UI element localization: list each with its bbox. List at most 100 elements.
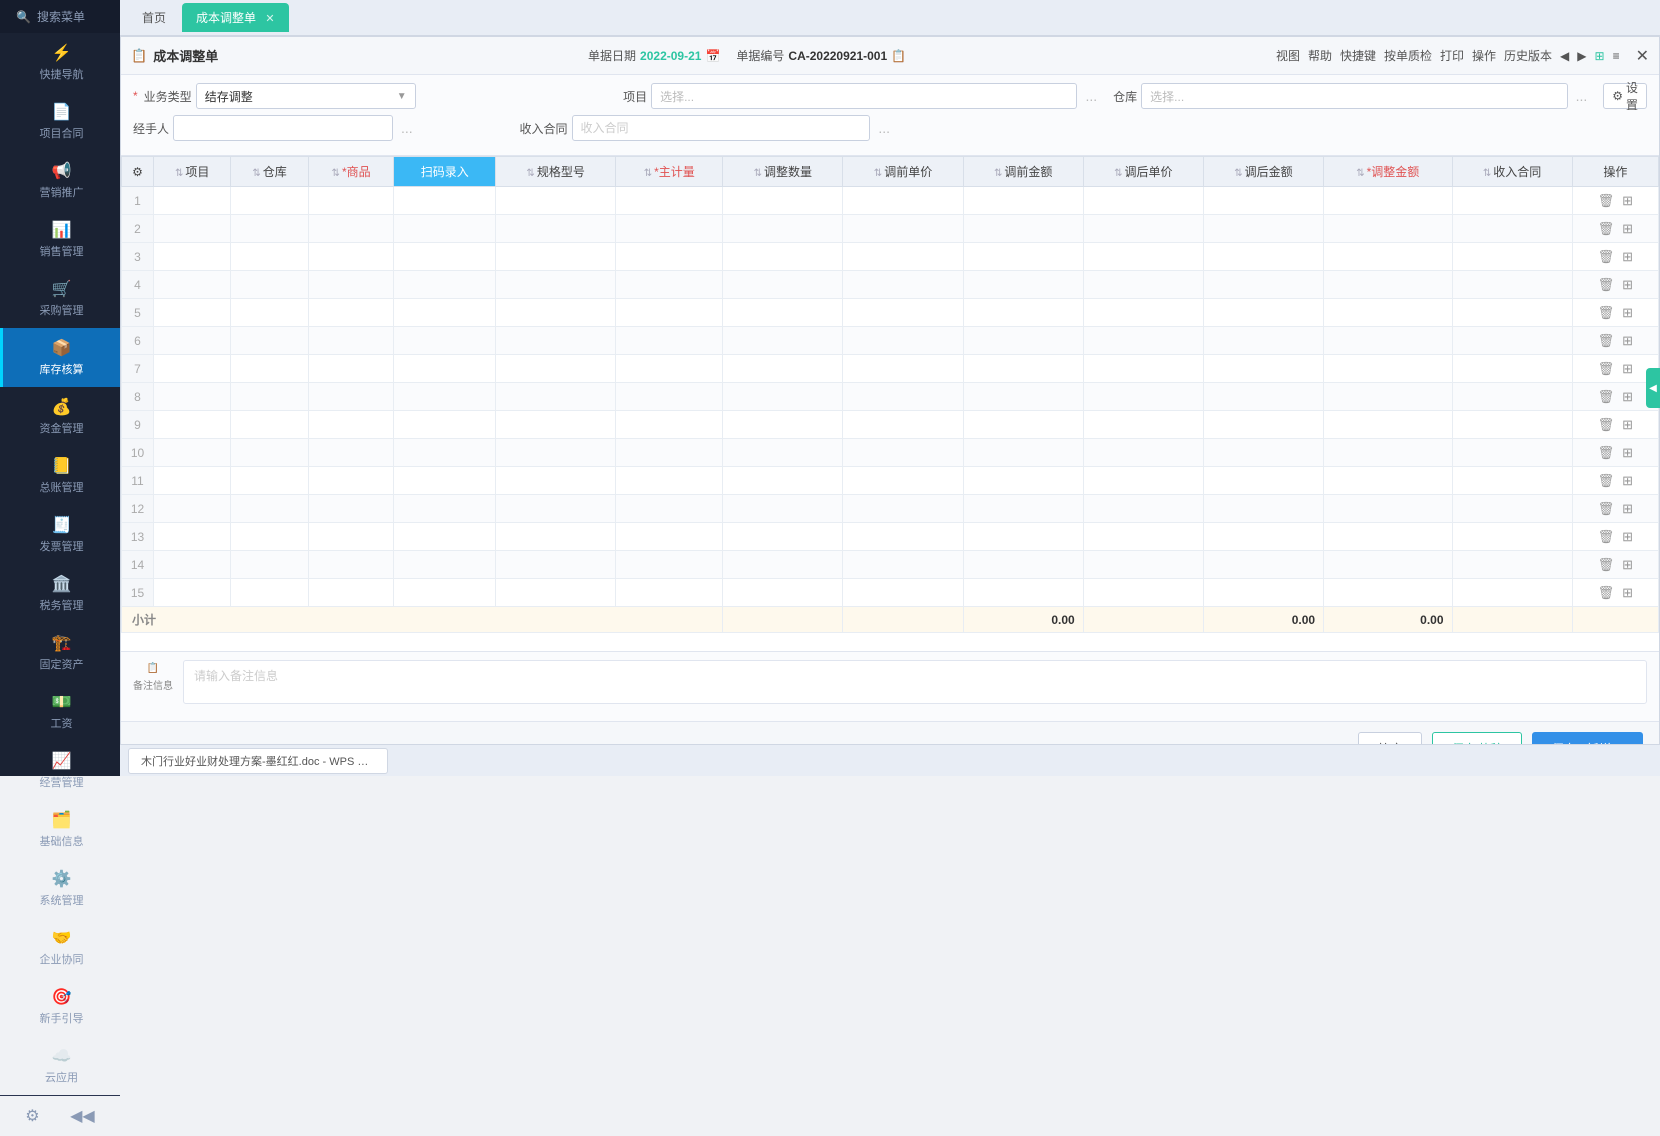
table-cell[interactable] <box>154 579 231 607</box>
table-cell[interactable] <box>1324 215 1452 243</box>
table-cell[interactable] <box>231 439 308 467</box>
copy-row-button[interactable]: ⊞ <box>1620 192 1635 210</box>
table-cell[interactable] <box>394 355 496 383</box>
table-cell[interactable] <box>723 523 843 551</box>
sidebar-item-sales-mgmt[interactable]: 📊 销售管理 <box>0 210 120 269</box>
table-cell[interactable] <box>154 355 231 383</box>
table-cell[interactable] <box>963 411 1083 439</box>
copy-row-button[interactable]: ⊞ <box>1620 220 1635 238</box>
delete-row-button[interactable]: 🗑 <box>1596 528 1617 546</box>
table-cell[interactable] <box>154 551 231 579</box>
sidebar-item-payroll[interactable]: 💵 工资 <box>0 682 120 741</box>
table-cell[interactable] <box>843 271 963 299</box>
table-cell[interactable] <box>496 439 616 467</box>
next-icon[interactable]: ▶ <box>1577 49 1586 63</box>
window-close-icon[interactable]: ✕ <box>1636 46 1649 66</box>
table-cell[interactable] <box>496 551 616 579</box>
th-warehouse[interactable]: ⇅仓库 <box>231 157 308 187</box>
history-action[interactable]: 历史版本 <box>1504 47 1552 64</box>
table-cell[interactable] <box>963 327 1083 355</box>
table-cell[interactable] <box>1452 355 1572 383</box>
grid-view-icon[interactable]: ⊞ <box>1595 49 1605 63</box>
table-cell[interactable] <box>231 551 308 579</box>
warehouse-select[interactable]: 选择... <box>1141 83 1567 109</box>
copy-row-button[interactable]: ⊞ <box>1620 304 1635 322</box>
table-cell[interactable] <box>1452 495 1572 523</box>
table-cell[interactable] <box>1203 467 1323 495</box>
handler-input[interactable] <box>173 115 393 141</box>
table-cell[interactable] <box>1324 495 1452 523</box>
table-cell[interactable] <box>308 355 394 383</box>
table-cell[interactable] <box>154 383 231 411</box>
table-cell[interactable] <box>616 551 723 579</box>
sidebar-item-tax-mgmt[interactable]: 🏛️ 税务管理 <box>0 564 120 623</box>
settings-button[interactable]: ⚙ 设置 <box>1603 83 1647 109</box>
delete-row-button[interactable]: 🗑 <box>1596 584 1617 602</box>
table-cell[interactable] <box>843 327 963 355</box>
table-cell[interactable] <box>1452 271 1572 299</box>
table-cell[interactable] <box>154 271 231 299</box>
notes-input[interactable]: 请输入备注信息 <box>183 660 1647 704</box>
th-pre-amount[interactable]: ⇅调前金额 <box>963 157 1083 187</box>
th-pre-unit-price[interactable]: ⇅调前单价 <box>843 157 963 187</box>
th-goods[interactable]: ⇅*商品 <box>308 157 394 187</box>
table-cell[interactable] <box>231 355 308 383</box>
table-cell[interactable] <box>394 495 496 523</box>
table-cell[interactable] <box>616 579 723 607</box>
table-cell[interactable] <box>496 243 616 271</box>
th-post-unit-price[interactable]: ⇅调后单价 <box>1083 157 1203 187</box>
table-cell[interactable] <box>231 523 308 551</box>
table-cell[interactable] <box>1452 439 1572 467</box>
th-main-unit[interactable]: ⇅*主计量 <box>616 157 723 187</box>
table-cell[interactable] <box>843 383 963 411</box>
table-cell[interactable] <box>963 579 1083 607</box>
table-cell[interactable] <box>616 327 723 355</box>
tab-cost-adjust[interactable]: 成本调整单 ✕ <box>182 3 289 32</box>
th-project[interactable]: ⇅项目 <box>154 157 231 187</box>
table-cell[interactable] <box>1203 327 1323 355</box>
table-cell[interactable] <box>723 187 843 215</box>
sidebar-item-project-contract[interactable]: 📄 项目合同 <box>0 92 120 151</box>
table-cell[interactable] <box>723 299 843 327</box>
table-cell[interactable] <box>231 467 308 495</box>
table-cell[interactable] <box>394 411 496 439</box>
table-cell[interactable] <box>496 271 616 299</box>
project-dots[interactable]: ... <box>1085 88 1097 104</box>
table-cell[interactable] <box>843 215 963 243</box>
table-cell[interactable] <box>723 439 843 467</box>
table-cell[interactable] <box>231 327 308 355</box>
th-gear[interactable]: ⚙ <box>122 157 154 187</box>
table-cell[interactable] <box>1324 271 1452 299</box>
table-cell[interactable] <box>1083 271 1203 299</box>
table-cell[interactable] <box>154 439 231 467</box>
table-cell[interactable] <box>616 355 723 383</box>
copy-row-button[interactable]: ⊞ <box>1620 416 1635 434</box>
sidebar-search[interactable]: 🔍 搜索菜单 <box>0 0 120 33</box>
table-cell[interactable] <box>231 215 308 243</box>
table-cell[interactable] <box>616 467 723 495</box>
table-cell[interactable] <box>1324 243 1452 271</box>
table-cell[interactable] <box>616 243 723 271</box>
delete-row-button[interactable]: 🗑 <box>1596 332 1617 350</box>
table-cell[interactable] <box>1203 383 1323 411</box>
table-cell[interactable] <box>154 327 231 355</box>
print-action[interactable]: 打印 <box>1440 47 1464 64</box>
table-cell[interactable] <box>1203 355 1323 383</box>
table-cell[interactable] <box>1203 495 1323 523</box>
table-cell[interactable] <box>1203 271 1323 299</box>
table-cell[interactable] <box>963 299 1083 327</box>
table-cell[interactable] <box>308 383 394 411</box>
table-cell[interactable] <box>1452 579 1572 607</box>
table-cell[interactable] <box>616 215 723 243</box>
table-cell[interactable] <box>1083 411 1203 439</box>
table-cell[interactable] <box>616 523 723 551</box>
list-view-icon[interactable]: ≡ <box>1613 49 1620 63</box>
table-cell[interactable] <box>1203 215 1323 243</box>
table-cell[interactable] <box>1083 355 1203 383</box>
table-cell[interactable] <box>843 439 963 467</box>
table-cell[interactable] <box>1203 439 1323 467</box>
table-cell[interactable] <box>723 327 843 355</box>
table-cell[interactable] <box>843 467 963 495</box>
table-cell[interactable] <box>843 495 963 523</box>
table-cell[interactable] <box>154 467 231 495</box>
